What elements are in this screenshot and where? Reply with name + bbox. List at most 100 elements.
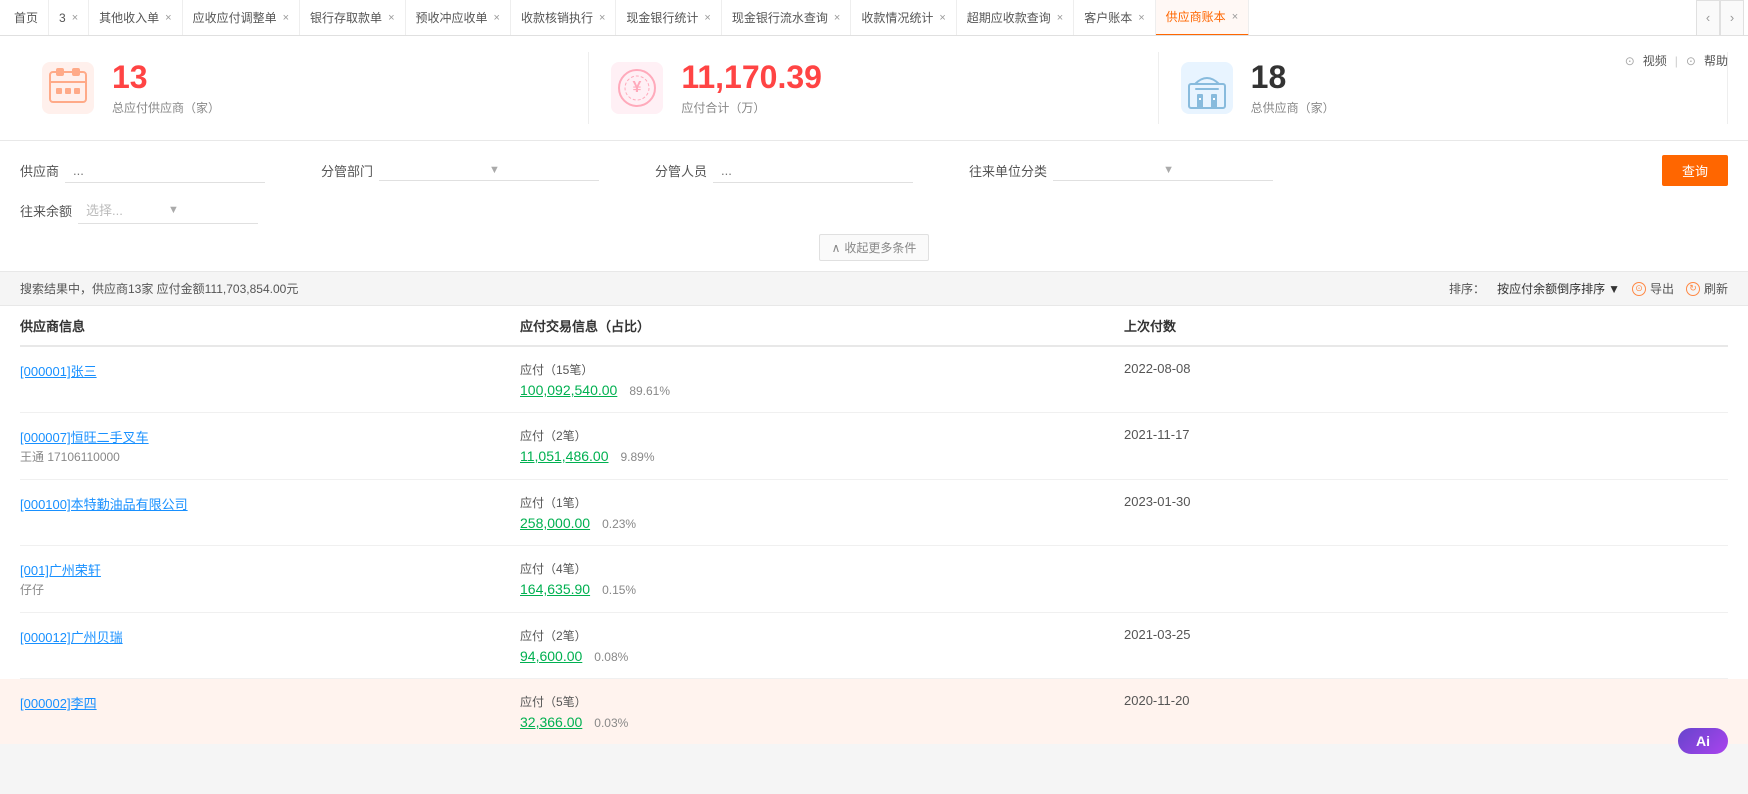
summary-card-2-info: 11,170.39 应付合计（万） [681, 60, 822, 116]
top-navigation: 首页 3 × 其他收入单 × 应收应付调整单 × 银行存取款单 × 预收冲应收单… [0, 0, 1748, 36]
payable-info-3: 应付（1笔） 258,000.00 0.23% [520, 494, 1124, 531]
supplier-input[interactable] [65, 159, 265, 183]
dept-select[interactable]: ▼ [379, 160, 599, 181]
payable-amount-2[interactable]: 11,051,486.00 [520, 448, 609, 464]
nav-tab-customer-ledger[interactable]: 客户账本 × [1074, 0, 1155, 36]
table-row: [000012]广州贝瑞 应付（2笔） 94,600.00 0.08% 2021… [20, 613, 1728, 679]
close-icon[interactable]: × [704, 12, 710, 24]
close-icon[interactable]: × [1232, 11, 1238, 23]
supplier-link-5[interactable]: [000012]广州贝瑞 [20, 630, 123, 645]
result-actions: 排序： 按应付余额倒序排序 ▼ ⊙ 导出 ↻ 刷新 [1449, 280, 1728, 297]
close-icon[interactable]: × [72, 12, 78, 24]
nav-tab-receipt-stat[interactable]: 收款情况统计 × [851, 0, 956, 36]
refresh-button[interactable]: ↻ 刷新 [1686, 280, 1728, 297]
export-button[interactable]: ⊙ 导出 [1632, 280, 1674, 297]
result-text: 搜索结果中，供应商13家 应付金额111,703,854.00元 [20, 280, 298, 297]
query-button[interactable]: 查询 [1662, 155, 1728, 186]
last-pay-2: 2021-11-17 [1124, 427, 1728, 442]
supplier-link-1[interactable]: [000001]张三 [20, 364, 97, 379]
payable-info-2: 应付（2笔） 11,051,486.00 9.89% [520, 427, 1124, 464]
category-select[interactable]: ▼ [1053, 160, 1273, 181]
total-payable-icon: ¥ [609, 60, 665, 116]
table-row: [000002]李四 应付（5笔） 32,366.00 0.03% 2020-1… [0, 679, 1748, 744]
supplier-info-6: [000002]李四 [20, 693, 520, 712]
ai-button[interactable]: Ai [1678, 728, 1728, 754]
supplier-link-4[interactable]: [001]广州荣轩 [20, 563, 101, 578]
nav-tab-home[interactable]: 首页 [4, 0, 49, 36]
nav-tab-cash-bank-stat[interactable]: 现金银行统计 × [616, 0, 721, 36]
close-icon[interactable]: × [1138, 12, 1144, 24]
nav-left-arrow[interactable]: ‹ [1696, 0, 1720, 36]
suppliers-payable-number: 13 [112, 60, 220, 95]
filter-area: 供应商 分管部门 ▼ 分管人员 往来单位分类 ▼ 查询 [0, 141, 1748, 272]
filter-supplier: 供应商 [20, 159, 265, 183]
nav-tab-receipt-exec[interactable]: 收款核销执行 × [511, 0, 616, 36]
nav-tab-supplier-ledger[interactable]: 供应商账本 × [1156, 0, 1249, 36]
person-label: 分管人员 [655, 161, 707, 180]
supplier-label: 供应商 [20, 161, 59, 180]
suppliers-payable-icon [40, 60, 96, 116]
close-icon[interactable]: × [165, 12, 171, 24]
summary-card-suppliers-payable: 13 总应付供应商（家） [20, 52, 589, 124]
close-icon[interactable]: × [283, 12, 289, 24]
payable-info-1: 应付（15笔） 100,092,540.00 89.61% [520, 361, 1124, 398]
filter-row-1: 供应商 分管部门 ▼ 分管人员 往来单位分类 ▼ 查询 [20, 155, 1728, 186]
video-link[interactable]: 视频 [1643, 52, 1667, 69]
payable-amount-3[interactable]: 258,000.00 [520, 515, 590, 531]
dept-dropdown-icon: ▼ [489, 164, 591, 176]
export-icon: ⊙ [1632, 282, 1646, 296]
collapse-button[interactable]: ∧ 收起更多条件 [819, 234, 930, 261]
close-icon[interactable]: × [939, 12, 945, 24]
refresh-icon: ↻ [1686, 282, 1700, 296]
nav-tab-prepay-offset[interactable]: 预收冲应收单 × [406, 0, 511, 36]
filter-dept: 分管部门 ▼ [321, 160, 599, 181]
supplier-link-6[interactable]: [000002]李四 [20, 696, 97, 711]
last-pay-6: 2020-11-20 [1124, 693, 1728, 708]
dept-label: 分管部门 [321, 161, 373, 180]
sort-selector[interactable]: 按应付余额倒序排序 ▼ [1497, 280, 1620, 297]
close-icon[interactable]: × [388, 12, 394, 24]
filter-person: 分管人员 [655, 159, 913, 183]
payable-info-5: 应付（2笔） 94,600.00 0.08% [520, 627, 1124, 664]
balance-select[interactable]: 选择... ▼ [78, 196, 258, 224]
supplier-link-2[interactable]: [000007]恒旺二手叉车 [20, 430, 149, 445]
balance-placeholder: 选择... [86, 200, 168, 219]
supplier-link-3[interactable]: [000100]本特勤油品有限公司 [20, 497, 188, 512]
table-row: [000100]本特勤油品有限公司 应付（1笔） 258,000.00 0.23… [20, 480, 1728, 546]
close-icon[interactable]: × [1057, 12, 1063, 24]
supplier-info-2: [000007]恒旺二手叉车 王通 17106110000 [20, 427, 520, 465]
payable-amount-5[interactable]: 94,600.00 [520, 648, 582, 664]
nav-tab-bank-deposit[interactable]: 银行存取款单 × [300, 0, 405, 36]
balance-label: 往来余额 [20, 201, 72, 220]
filter-balance: 往来余额 选择... ▼ [20, 196, 258, 224]
supplier-info-5: [000012]广州贝瑞 [20, 627, 520, 646]
close-icon[interactable]: × [834, 12, 840, 24]
summary-card-total-payable: ¥ 11,170.39 应付合计（万） [589, 52, 1158, 124]
payable-amount-4[interactable]: 164,635.90 [520, 581, 590, 597]
close-icon[interactable]: × [494, 12, 500, 24]
table-row: [000001]张三 应付（15笔） 100,092,540.00 89.61%… [20, 347, 1728, 413]
nav-tab-other-income[interactable]: 其他收入单 × [89, 0, 182, 36]
total-suppliers-label: 总供应商（家） [1251, 99, 1335, 116]
nav-tab-overdue-ar[interactable]: 超期应收款查询 × [957, 0, 1074, 36]
balance-dropdown-icon: ▼ [168, 204, 250, 216]
payable-amount-6[interactable]: 32,366.00 [520, 714, 582, 730]
payable-amount-1[interactable]: 100,092,540.00 [520, 382, 617, 398]
col-header-payable: 应付交易信息（占比） [520, 316, 1124, 335]
collapse-label: 收起更多条件 [844, 239, 916, 256]
help-link[interactable]: 帮助 [1704, 52, 1728, 69]
total-payable-label: 应付合计（万） [681, 99, 822, 116]
close-icon[interactable]: × [599, 12, 605, 24]
person-input[interactable] [713, 159, 913, 183]
nav-tab-ar-ap-adjust[interactable]: 应收应付调整单 × [183, 0, 300, 36]
supplier-info-4: [001]广州荣轩 仔仔 [20, 560, 520, 598]
nav-right-arrow[interactable]: › [1720, 0, 1744, 36]
nav-tab-3[interactable]: 3 × [49, 0, 89, 36]
summary-area: 13 总应付供应商（家） ¥ 11,170.39 应付合计（万） [0, 36, 1748, 141]
collapse-up-icon: ∧ [832, 241, 841, 255]
last-pay-1: 2022-08-08 [1124, 361, 1728, 376]
payable-info-4: 应付（4笔） 164,635.90 0.15% [520, 560, 1124, 597]
nav-tab-cash-flow-query[interactable]: 现金银行流水查询 × [722, 0, 851, 36]
sort-label: 排序： [1449, 280, 1485, 297]
ai-button-container: Ai [1678, 728, 1728, 754]
